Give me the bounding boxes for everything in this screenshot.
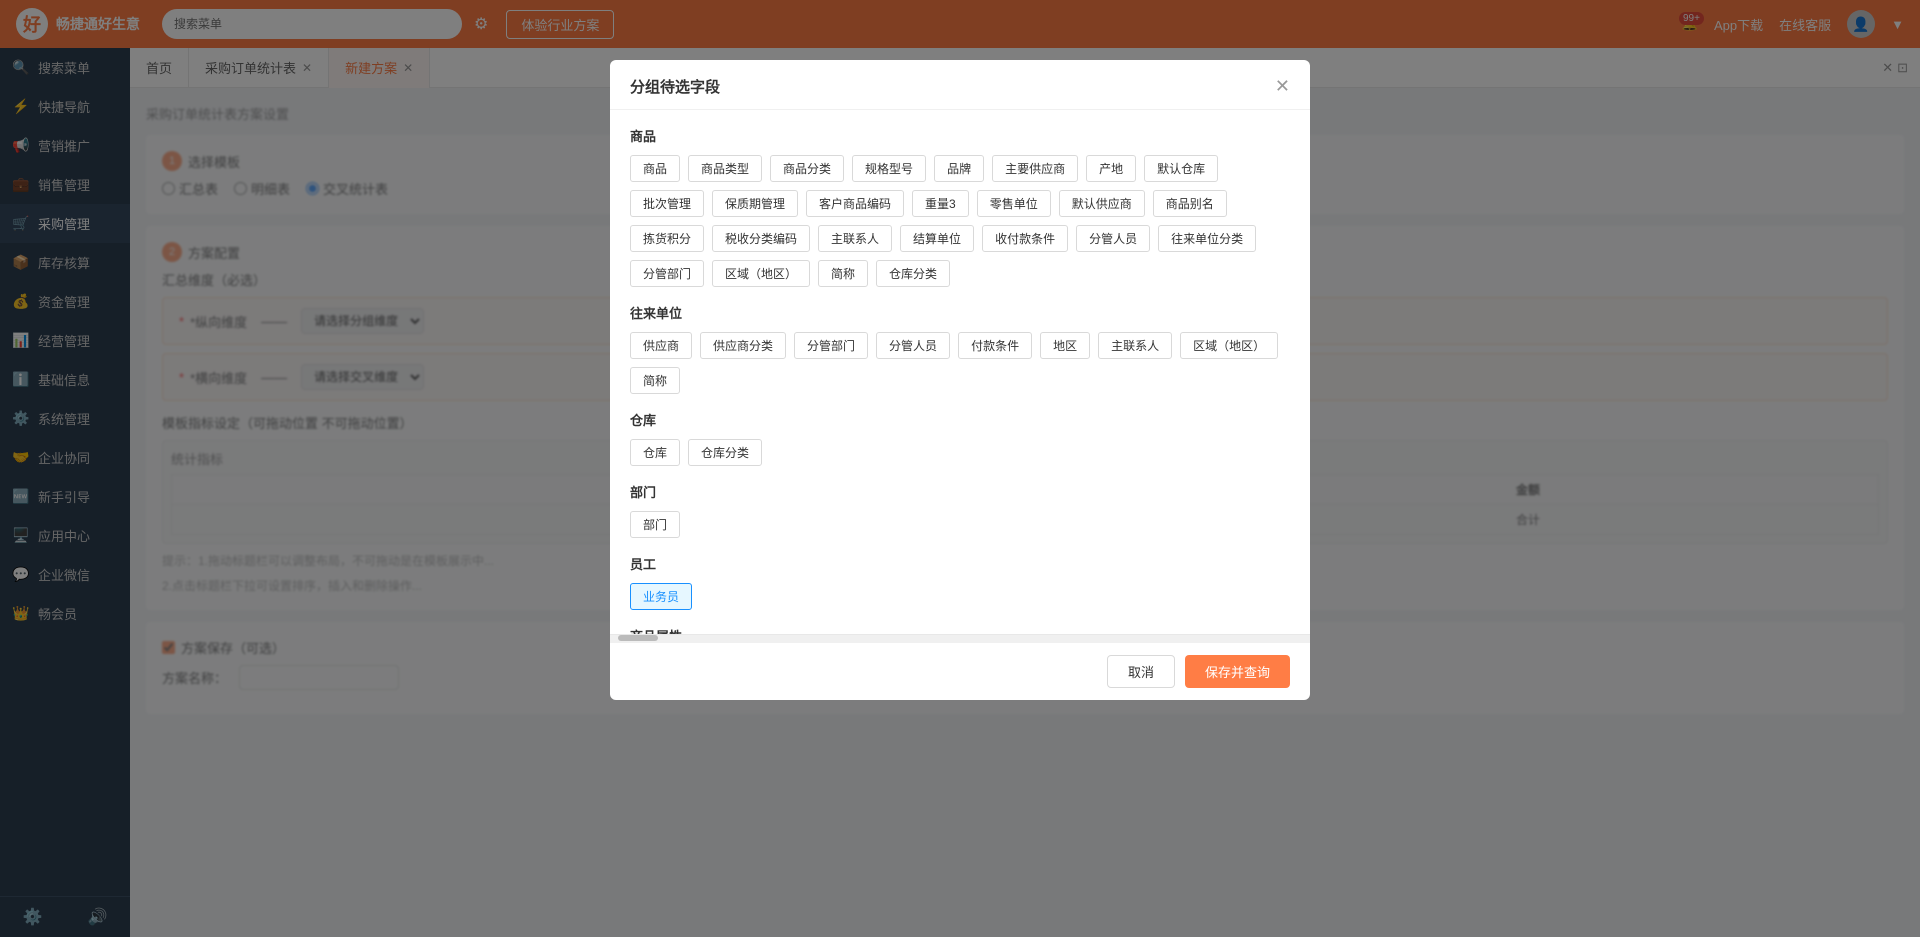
partner-field-grid: 供应商 供应商分类 分管部门 分管人员 付款条件 地区 主联系人 区域（地区） … — [630, 332, 1290, 394]
field-partner-dept[interactable]: 分管部门 — [794, 332, 868, 359]
field-partner-region[interactable]: 区域（地区） — [1180, 332, 1278, 359]
section-product: 商品 商品 商品类型 商品分类 规格型号 品牌 主要供应商 产地 默认仓库 批次… — [630, 126, 1290, 287]
field-customer-sku[interactable]: 客户商品编码 — [806, 190, 904, 217]
section-staff-label: 员工 — [630, 554, 1290, 573]
field-partner-shortname[interactable]: 简称 — [630, 367, 680, 394]
section-product-attr-label: 商品属性 — [630, 626, 1290, 634]
section-staff: 员工 业务员 — [630, 554, 1290, 610]
field-partner-payment[interactable]: 付款条件 — [958, 332, 1032, 359]
section-department-label: 部门 — [630, 482, 1290, 501]
field-product-type[interactable]: 商品类型 — [688, 155, 762, 182]
field-shortname[interactable]: 简称 — [818, 260, 868, 287]
confirm-button[interactable]: 保存并查询 — [1185, 655, 1290, 688]
field-main-contact[interactable]: 主联系人 — [818, 225, 892, 252]
field-product-category[interactable]: 商品分类 — [770, 155, 844, 182]
field-wh[interactable]: 仓库 — [630, 439, 680, 466]
field-product-alias[interactable]: 商品别名 — [1153, 190, 1227, 217]
section-department: 部门 部门 — [630, 482, 1290, 538]
section-product-attr: 商品属性 属性 颜色 多规格 尺码 鞋码 1 — [630, 626, 1290, 634]
field-retail-unit[interactable]: 零售单位 — [977, 190, 1051, 217]
field-settle-unit[interactable]: 结算单位 — [900, 225, 974, 252]
section-partner: 往来单位 供应商 供应商分类 分管部门 分管人员 付款条件 地区 主联系人 区域… — [630, 303, 1290, 394]
field-partner-contact[interactable]: 主联系人 — [1098, 332, 1172, 359]
field-select-dialog: 分组待选字段 ✕ 商品 商品 商品类型 商品分类 规格型号 品牌 主要供应商 产… — [610, 60, 1310, 700]
cancel-button[interactable]: 取消 — [1107, 655, 1175, 688]
field-wh-cat[interactable]: 仓库分类 — [688, 439, 762, 466]
field-department[interactable]: 部门 — [630, 511, 680, 538]
field-dept[interactable]: 分管部门 — [630, 260, 704, 287]
field-expiry[interactable]: 保质期管理 — [712, 190, 798, 217]
dialog-header: 分组待选字段 ✕ — [610, 60, 1310, 110]
section-partner-label: 往来单位 — [630, 303, 1290, 322]
staff-field-grid: 业务员 — [630, 583, 1290, 610]
field-batch[interactable]: 批次管理 — [630, 190, 704, 217]
field-partner-category[interactable]: 往来单位分类 — [1158, 225, 1256, 252]
field-main-supplier[interactable]: 主要供应商 — [992, 155, 1078, 182]
field-partner-area[interactable]: 地区 — [1040, 332, 1090, 359]
dialog-title: 分组待选字段 — [630, 76, 720, 97]
dialog-footer: 取消 保存并查询 — [610, 642, 1310, 700]
field-brand[interactable]: 品牌 — [934, 155, 984, 182]
section-product-label: 商品 — [630, 126, 1290, 145]
field-default-supplier[interactable]: 默认供应商 — [1059, 190, 1145, 217]
field-default-warehouse[interactable]: 默认仓库 — [1144, 155, 1218, 182]
dialog-close-button[interactable]: ✕ — [1275, 76, 1290, 97]
field-product[interactable]: 商品 — [630, 155, 680, 182]
warehouse-field-grid: 仓库 仓库分类 — [630, 439, 1290, 466]
field-supplier-cat[interactable]: 供应商分类 — [700, 332, 786, 359]
field-supplier[interactable]: 供应商 — [630, 332, 692, 359]
field-pick-score[interactable]: 拣货积分 — [630, 225, 704, 252]
field-warehouse-cat[interactable]: 仓库分类 — [876, 260, 950, 287]
dialog-hscroll[interactable] — [610, 634, 1310, 642]
field-partner-manager[interactable]: 分管人员 — [876, 332, 950, 359]
dialog-overlay: 分组待选字段 ✕ 商品 商品 商品类型 商品分类 规格型号 品牌 主要供应商 产… — [0, 0, 1920, 937]
section-warehouse: 仓库 仓库 仓库分类 — [630, 410, 1290, 466]
field-weight[interactable]: 重量3 — [912, 190, 969, 217]
hscroll-thumb[interactable] — [618, 635, 658, 641]
dialog-body[interactable]: 商品 商品 商品类型 商品分类 规格型号 品牌 主要供应商 产地 默认仓库 批次… — [610, 110, 1310, 634]
section-warehouse-label: 仓库 — [630, 410, 1290, 429]
department-field-grid: 部门 — [630, 511, 1290, 538]
field-payment-terms[interactable]: 收付款条件 — [982, 225, 1068, 252]
field-salesperson[interactable]: 业务员 — [630, 583, 692, 610]
field-origin[interactable]: 产地 — [1086, 155, 1136, 182]
field-tax-code[interactable]: 税收分类编码 — [712, 225, 810, 252]
field-region[interactable]: 区域（地区） — [712, 260, 810, 287]
field-manager[interactable]: 分管人员 — [1076, 225, 1150, 252]
field-spec-model[interactable]: 规格型号 — [852, 155, 926, 182]
product-field-grid: 商品 商品类型 商品分类 规格型号 品牌 主要供应商 产地 默认仓库 批次管理 … — [630, 155, 1290, 287]
